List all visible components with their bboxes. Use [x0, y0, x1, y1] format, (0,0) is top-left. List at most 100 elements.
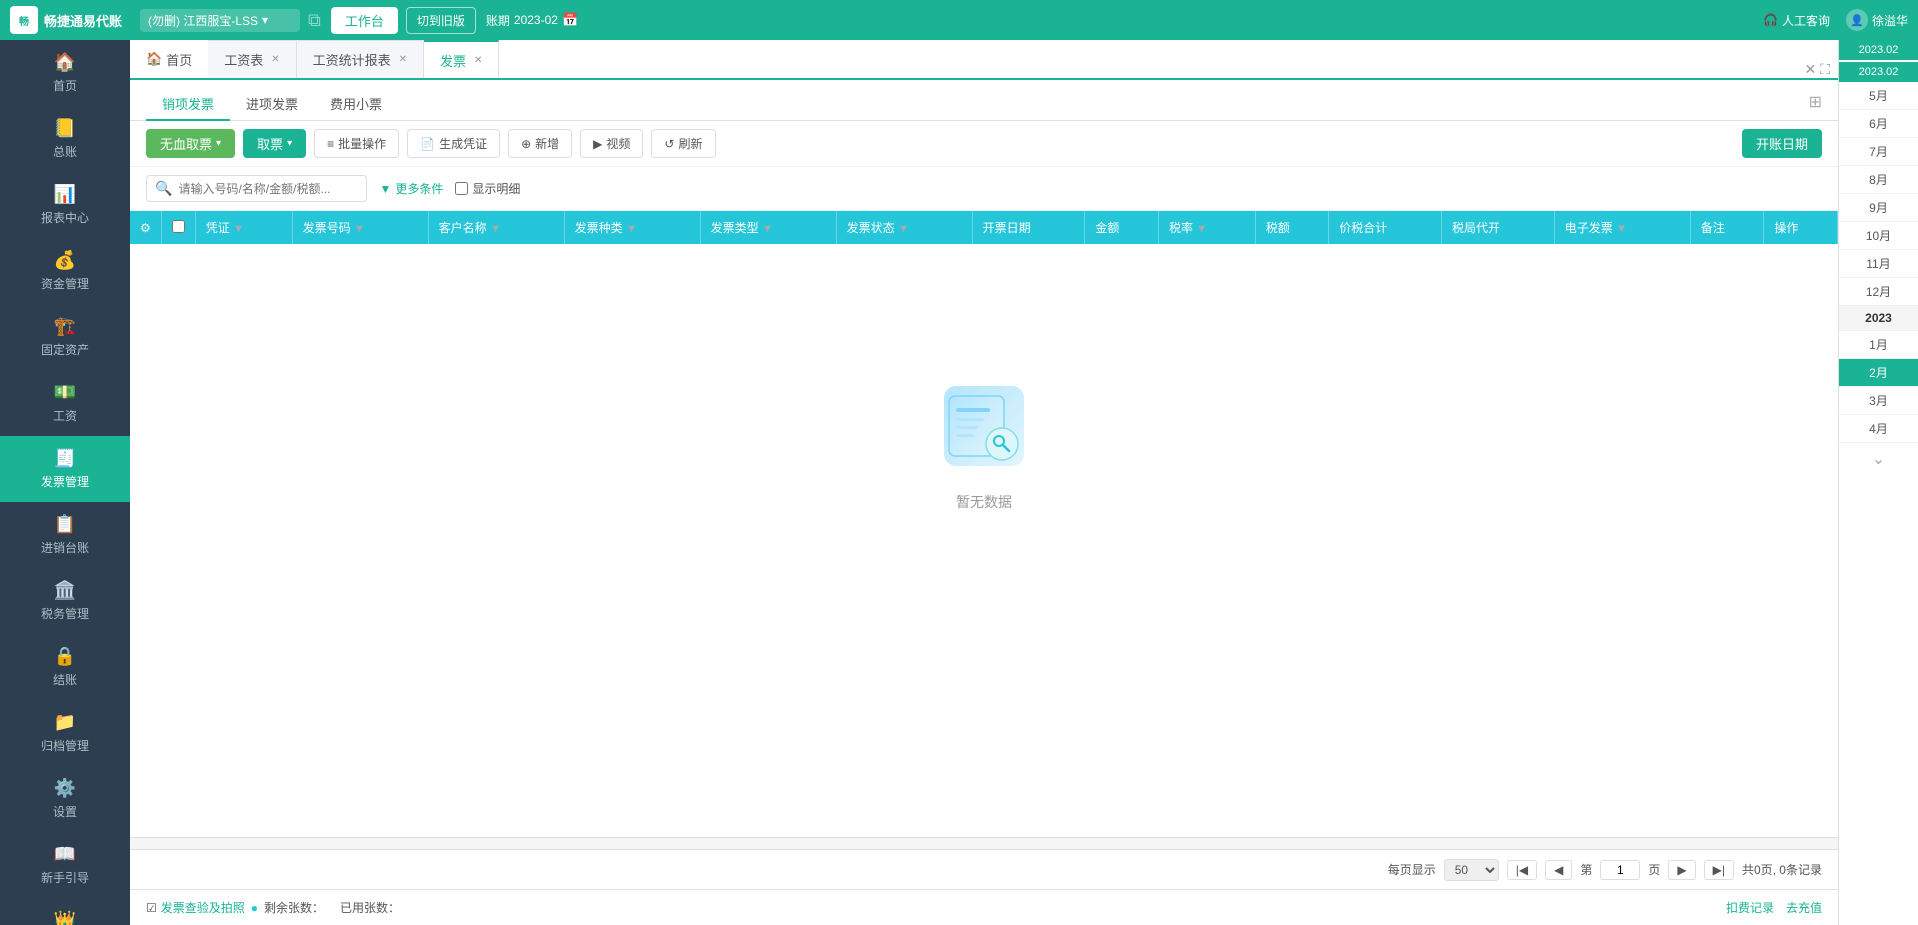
th-invoice-category-filter-icon[interactable]: ▼ [762, 223, 773, 235]
ledger-icon: 📒 [54, 118, 76, 139]
tab-home[interactable]: 🏠 首页 [130, 40, 208, 78]
date-item-2m-2023[interactable]: 2月 [1839, 359, 1918, 387]
search-input[interactable] [178, 182, 358, 196]
refresh-button[interactable]: ↺ 刷新 [651, 129, 715, 158]
th-invoice-type-filter-icon[interactable]: ▼ [626, 223, 637, 235]
new-button[interactable]: ⊕ 新增 [508, 129, 572, 158]
archive-icon: 📁 [54, 712, 76, 733]
first-page-button[interactable]: |◀ [1507, 860, 1537, 880]
workbench-button[interactable]: 工作台 [331, 7, 398, 34]
tab-salary-table[interactable]: 工资表 ✕ [208, 40, 296, 78]
th-settings[interactable]: ⚙ [130, 211, 161, 244]
date-panel-bottom-icon[interactable]: ⌄ [1839, 443, 1918, 475]
sidebar-label-salary: 工资 [53, 407, 77, 424]
next-page-button[interactable]: ▶ [1668, 860, 1695, 880]
sub-tab-sales[interactable]: 销项发票 [146, 88, 230, 121]
open-date-button[interactable]: 开账日期 [1742, 129, 1822, 158]
company-dropdown-icon: ▾ [262, 13, 268, 27]
table-head: ⚙ 凭证 ▼ 发票号码 ▼ [130, 211, 1838, 244]
last-page-button[interactable]: ▶| [1704, 860, 1734, 880]
th-tax-rate: 税率 ▼ [1158, 211, 1255, 244]
tab-salary-close-icon[interactable]: ✕ [271, 54, 279, 65]
add-record-link[interactable]: 扣费记录 [1726, 899, 1774, 916]
date-item-8m[interactable]: 8月 [1839, 166, 1918, 194]
date-item-1m-2023[interactable]: 1月 [1839, 331, 1918, 359]
th-voucher-filter-icon[interactable]: ▼ [233, 223, 244, 235]
verify-link[interactable]: 发票查验及拍照 [161, 899, 245, 916]
sidebar-item-archive[interactable]: 📁 归档管理 [0, 700, 130, 766]
sidebar-item-tax[interactable]: 🏛️ 税务管理 [0, 568, 130, 634]
logo-icon: 畅 [10, 6, 38, 34]
video-button[interactable]: ▶ 视频 [580, 129, 643, 158]
sidebar-item-invoice[interactable]: 🧾 发票管理 [0, 436, 130, 502]
purchase-invoice-label: 进项发票 [246, 97, 298, 112]
show-detail-checkbox[interactable] [455, 182, 468, 195]
sidebar-item-close[interactable]: 🔒 结账 [0, 634, 130, 700]
total-label: 共0页, 0条记录 [1742, 861, 1822, 878]
tab-salary-stats[interactable]: 工资统计报表 ✕ [297, 40, 424, 78]
tab-close-all-icon[interactable]: ✕ [1804, 61, 1816, 78]
switch-button[interactable]: 切到旧版 [406, 7, 476, 34]
support-item[interactable]: 🎧 人工客询 [1763, 12, 1830, 29]
gen-voucher-button[interactable]: 📄 生成凭证 [407, 129, 500, 158]
year-2023-value: 2023 [1865, 311, 1892, 325]
tab-actions: ✕ ⛶ [1804, 61, 1838, 78]
sidebar-item-guide[interactable]: 📖 新手引导 [0, 832, 130, 898]
ticket-button[interactable]: 取票 ▾ [243, 129, 306, 158]
no-ticket-button[interactable]: 无血取票 ▾ [146, 129, 235, 158]
th-action: 操作 [1764, 211, 1838, 244]
sidebar-item-ledger[interactable]: 📒 总账 [0, 106, 130, 172]
salary-stats-label: 工资统计报表 [313, 50, 391, 69]
th-invoice-status-filter-icon[interactable]: ▼ [898, 223, 909, 235]
table-view-icon[interactable]: ⊞ [1809, 92, 1822, 116]
date-item-10m[interactable]: 10月 [1839, 222, 1918, 250]
th-e-invoice-filter-icon[interactable]: ▼ [1616, 223, 1627, 235]
date-item-6m[interactable]: 6月 [1839, 110, 1918, 138]
batch-ops-button[interactable]: ≡ 批量操作 [314, 129, 399, 158]
top-bar: 畅 畅捷通易代账 (勿删) 江西服宝-LSS ▾ ⧉ 工作台 切到旧版 账期 2… [0, 0, 1918, 40]
salary-table-label: 工资表 [224, 50, 263, 69]
tab-invoice[interactable]: 发票 ✕ [424, 40, 499, 78]
check-all[interactable] [172, 220, 185, 233]
date-item-3m-2023[interactable]: 3月 [1839, 387, 1918, 415]
date-item-12m[interactable]: 12月 [1839, 278, 1918, 306]
th-voucher: 凭证 ▼ [195, 211, 292, 244]
date-item-11m[interactable]: 11月 [1839, 250, 1918, 278]
date-item-7m[interactable]: 7月 [1839, 138, 1918, 166]
sidebar-label-fund: 资金管理 [41, 275, 89, 292]
date-item-5m[interactable]: 5月 [1839, 82, 1918, 110]
sidebar-item-fixed[interactable]: 🏗️ 固定资产 [0, 304, 130, 370]
user-item[interactable]: 👤 徐溢华 [1846, 9, 1908, 31]
sub-tab-purchase[interactable]: 进项发票 [230, 88, 314, 121]
more-conditions-button[interactable]: ▼ 更多条件 [379, 180, 443, 197]
sidebar-item-member[interactable]: 👑 畅会员 [0, 898, 130, 925]
date-item-9m[interactable]: 9月 [1839, 194, 1918, 222]
sidebar-item-fund[interactable]: 💰 资金管理 [0, 238, 130, 304]
page-input[interactable] [1600, 860, 1640, 880]
show-detail-label[interactable]: 显示明细 [455, 180, 520, 197]
sidebar-label-settings: 设置 [53, 803, 77, 820]
scrollbar-area[interactable] [130, 837, 1838, 849]
tab-expand-icon[interactable]: ⛶ [1820, 61, 1830, 78]
sidebar-item-settings[interactable]: ⚙️ 设置 [0, 766, 130, 832]
content-area: 🏠 首页 工资表 ✕ 工资统计报表 ✕ 发票 ✕ ✕ ⛶ [130, 40, 1838, 925]
th-customer-filter-icon[interactable]: ▼ [490, 223, 501, 235]
date-item-4m-2023[interactable]: 4月 [1839, 415, 1918, 443]
tab-invoice-close-icon[interactable]: ✕ [474, 55, 482, 66]
th-invoice-no-filter-icon[interactable]: ▼ [354, 223, 365, 235]
sidebar-item-report[interactable]: 📊 报表中心 [0, 172, 130, 238]
sidebar-item-home[interactable]: 🏠 首页 [0, 40, 130, 106]
th-check[interactable] [161, 211, 195, 244]
sidebar-item-salary[interactable]: 💵 工资 [0, 370, 130, 436]
prev-page-button[interactable]: ◀ [1545, 860, 1572, 880]
recharge-link[interactable]: 去充值 [1786, 899, 1822, 916]
ticket-label: 取票 [257, 134, 283, 153]
sidebar-item-sales[interactable]: 📋 进销台账 [0, 502, 130, 568]
th-voucher-label: 凭证 [206, 221, 230, 235]
tab-stats-close-icon[interactable]: ✕ [399, 54, 407, 65]
th-amount-label: 金额 [1095, 221, 1119, 235]
sub-tab-expense[interactable]: 费用小票 [314, 88, 398, 121]
th-tax-rate-filter-icon[interactable]: ▼ [1196, 223, 1207, 235]
company-selector[interactable]: (勿删) 江西服宝-LSS ▾ [140, 9, 300, 32]
per-page-select[interactable]: 50 100 200 [1444, 859, 1499, 881]
